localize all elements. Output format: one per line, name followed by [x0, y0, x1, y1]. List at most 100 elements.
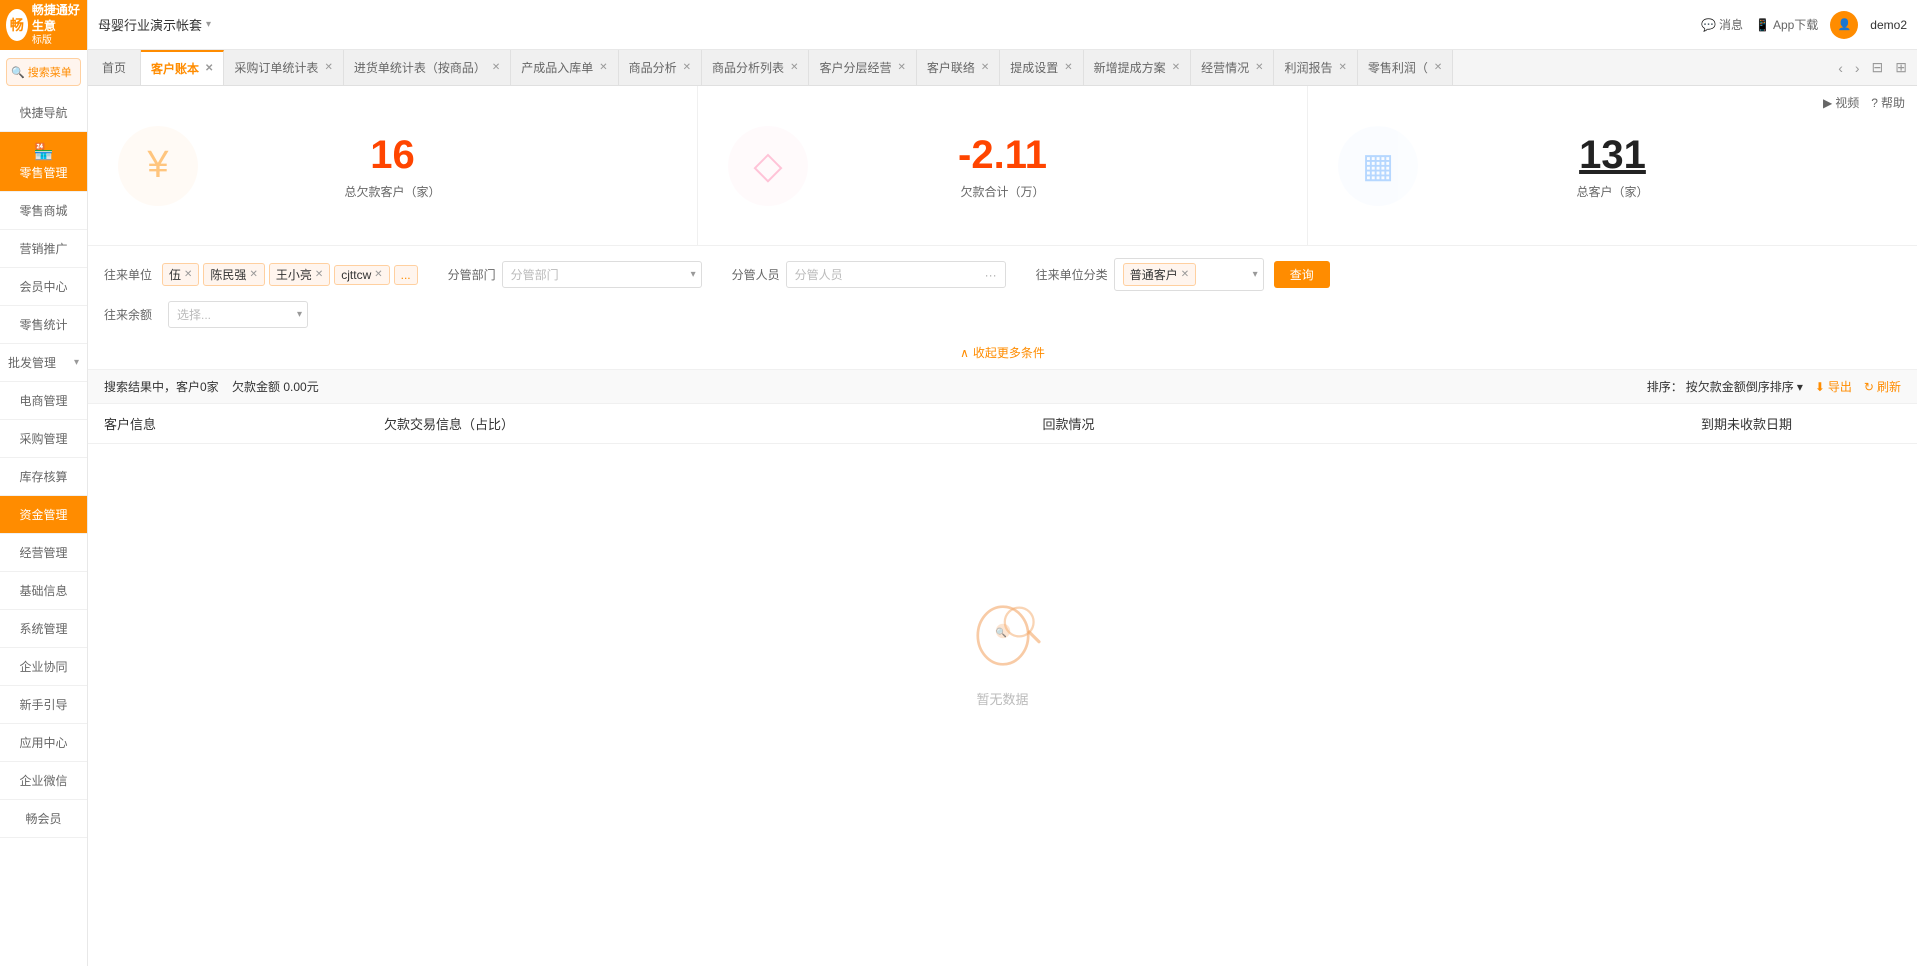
sidebar-item-wholesale-mgmt[interactable]: 批发管理▾: [0, 344, 87, 382]
sidebar-item-marketing[interactable]: 营销推广: [0, 230, 87, 268]
filter-tag-chen[interactable]: 陈民强 ✕: [203, 263, 264, 286]
sidebar-item-wechat[interactable]: 企业微信: [0, 762, 87, 800]
tab-customer-segment[interactable]: 客户分层经营 ✕: [809, 50, 916, 86]
query-button[interactable]: 查询: [1274, 261, 1330, 288]
stat-bg-icon-1: ¥: [118, 126, 198, 206]
tab-biz-status[interactable]: 经营情况 ✕: [1191, 50, 1274, 86]
tab-product-analysis-list[interactable]: 商品分析列表 ✕: [702, 50, 809, 86]
sidebar-item-finance[interactable]: 资金管理: [0, 496, 87, 534]
close-tag-ling[interactable]: ✕: [184, 269, 192, 280]
tab-product-stock-in[interactable]: 产成品入库单 ✕: [511, 50, 618, 86]
tab-close-product-stock[interactable]: ✕: [599, 62, 607, 73]
username-display[interactable]: demo2: [1870, 18, 1907, 32]
sidebar-search-area: 🔍 搜索菜单: [0, 50, 87, 94]
sidebar-item-appstore[interactable]: 应用中心: [0, 724, 87, 762]
sidebar-item-inventory[interactable]: 库存核算: [0, 458, 87, 496]
results-text: 搜索结果中，客户0家 欠款金额 0.00元: [104, 378, 319, 395]
tab-close-raise-settings[interactable]: ✕: [1064, 62, 1072, 73]
table-section: 客户信息 欠款交易信息（占比） 回款情况 到期未收款日期 🔍: [88, 404, 1917, 844]
sidebar-item-basic[interactable]: 基础信息: [0, 572, 87, 610]
tab-retail-profit[interactable]: 零售利润（ ✕: [1358, 50, 1453, 86]
sidebar-item-member[interactable]: 畅会员: [0, 800, 87, 838]
dept-label: 分管部门: [448, 266, 496, 283]
tab-close-product-analysis[interactable]: ✕: [683, 62, 691, 73]
stat-bg-icon-3: ▦: [1338, 126, 1418, 206]
tab-customer-contact[interactable]: 客户联络 ✕: [917, 50, 1000, 86]
col-customer-info: 客户信息: [104, 414, 384, 433]
tab-profit-report[interactable]: 利润报告 ✕: [1274, 50, 1357, 86]
account-selector-arrow: ▾: [206, 19, 211, 30]
sort-arrow-icon: ▾: [1797, 380, 1803, 394]
tab-maximize[interactable]: ⊞: [1891, 57, 1911, 78]
tab-close-profit-report[interactable]: ✕: [1339, 62, 1347, 73]
tab-minimize[interactable]: ⊟: [1868, 57, 1888, 78]
message-icon: 💬: [1701, 18, 1716, 32]
refresh-button[interactable]: ↻ 刷新: [1864, 378, 1901, 395]
tab-close-new-raise[interactable]: ✕: [1172, 62, 1180, 73]
balance-select[interactable]: 选择... ▾: [168, 301, 308, 328]
tab-purchase-orders[interactable]: 采购订单统计表 ✕: [224, 50, 343, 86]
tab-home[interactable]: 首页: [88, 50, 141, 86]
results-info: 搜索结果中，客户0家 欠款金额 0.00元 排序： 按欠款金额倒序排序 ▾ ⬇ …: [88, 370, 1917, 404]
sidebar-logo: 畅 畅捷通好生意 标版: [0, 0, 87, 50]
empty-illustration: 🔍: [953, 581, 1053, 681]
sidebar-item-retail-stats[interactable]: 零售统计: [0, 306, 87, 344]
overdue-amount-label: 欠款合计（万）: [958, 183, 1047, 200]
sidebar-item-purchase[interactable]: 采购管理: [0, 420, 87, 458]
topbar-left: 母婴行业演示帐套 ▾: [98, 15, 1693, 34]
balance-select-wrap: 选择... ▾: [168, 301, 308, 328]
sidebar-item-retail-mall[interactable]: 零售商城: [0, 192, 87, 230]
sort-selector[interactable]: 排序： 按欠款金额倒序排序 ▾: [1647, 378, 1803, 395]
filter-row-1: 往来单位 伍 ✕ 陈民强 ✕ 王小亮 ✕ cjttcw: [104, 258, 1901, 291]
tab-close-stock-stats[interactable]: ✕: [492, 62, 500, 73]
stat-overdue-amount: ◇ -2.11 欠款合计（万）: [698, 86, 1308, 245]
filter-tag-ling[interactable]: 伍 ✕: [162, 263, 199, 286]
export-icon: ⬇: [1815, 380, 1825, 394]
dept-input[interactable]: 分管部门 ▾: [502, 261, 702, 288]
close-tag-chen[interactable]: ✕: [249, 269, 257, 280]
search-menu-button[interactable]: 🔍 搜索菜单: [6, 58, 81, 86]
tab-close-purchase-orders[interactable]: ✕: [324, 62, 332, 73]
sidebar-item-system[interactable]: 系统管理: [0, 610, 87, 648]
tab-scroll-right[interactable]: ›: [1851, 58, 1864, 78]
sidebar-item-ops[interactable]: 经营管理: [0, 534, 87, 572]
close-classify-tag[interactable]: ✕: [1181, 269, 1189, 280]
filter-tag-more[interactable]: ...: [394, 265, 418, 285]
sidebar-item-retail-mgmt[interactable]: 🏪 零售管理: [0, 132, 87, 192]
filter-tag-cj[interactable]: cjttcw ✕: [334, 265, 389, 285]
tab-customer-accounts[interactable]: 客户账本 ✕: [141, 50, 224, 86]
tab-product-analysis[interactable]: 商品分析 ✕: [619, 50, 702, 86]
tab-close-product-analysis-list[interactable]: ✕: [790, 62, 798, 73]
close-tag-wang[interactable]: ✕: [315, 269, 323, 280]
export-button[interactable]: ⬇ 导出: [1815, 378, 1852, 395]
tab-raise-settings[interactable]: 提成设置 ✕: [1000, 50, 1083, 86]
tab-close-customer-accounts[interactable]: ✕: [205, 63, 213, 74]
app-download-button[interactable]: 📱 App下载: [1755, 16, 1818, 33]
tab-scroll-left[interactable]: ‹: [1834, 58, 1847, 78]
tab-close-customer-segment[interactable]: ✕: [897, 62, 905, 73]
message-button[interactable]: 💬 消息: [1701, 16, 1743, 33]
sidebar-quick-nav[interactable]: 快捷导航: [0, 94, 87, 132]
account-selector[interactable]: 母婴行业演示帐套 ▾: [98, 15, 211, 34]
collapse-filters-button[interactable]: ∧ 收起更多条件: [104, 338, 1901, 369]
classify-tag-normal[interactable]: 普通客户 ✕: [1123, 263, 1196, 286]
sidebar-item-member-center[interactable]: 会员中心: [0, 268, 87, 306]
unit-classify-input[interactable]: 普通客户 ✕ ▾: [1114, 258, 1264, 291]
tab-new-raise[interactable]: 新增提成方案 ✕: [1084, 50, 1191, 86]
balance-label: 往来余额: [104, 306, 152, 323]
sidebar-item-guide[interactable]: 新手引导: [0, 686, 87, 724]
filter-tag-wang[interactable]: 王小亮 ✕: [269, 263, 330, 286]
collapse-icon: ∧: [960, 346, 969, 360]
person-input[interactable]: 分管人员 ···: [786, 261, 1006, 288]
tab-close-biz-status[interactable]: ✕: [1255, 62, 1263, 73]
tab-close-customer-contact[interactable]: ✕: [981, 62, 989, 73]
sidebar-item-coop[interactable]: 企业协同: [0, 648, 87, 686]
empty-text: 暂无数据: [976, 689, 1028, 708]
stats-section: ▶ 视频 ? 帮助 ¥ 16 总欠款客户（家） ◇ -2.11 欠款合计（万）: [88, 86, 1917, 246]
user-avatar: 👤: [1830, 11, 1858, 39]
tab-stock-stats[interactable]: 进货单统计表（按商品） ✕: [344, 50, 511, 86]
tab-close-retail-profit[interactable]: ✕: [1434, 62, 1442, 73]
sidebar-item-ecommerce[interactable]: 电商管理: [0, 382, 87, 420]
close-tag-cj[interactable]: ✕: [374, 269, 382, 280]
account-name: 母婴行业演示帐套: [98, 15, 202, 34]
